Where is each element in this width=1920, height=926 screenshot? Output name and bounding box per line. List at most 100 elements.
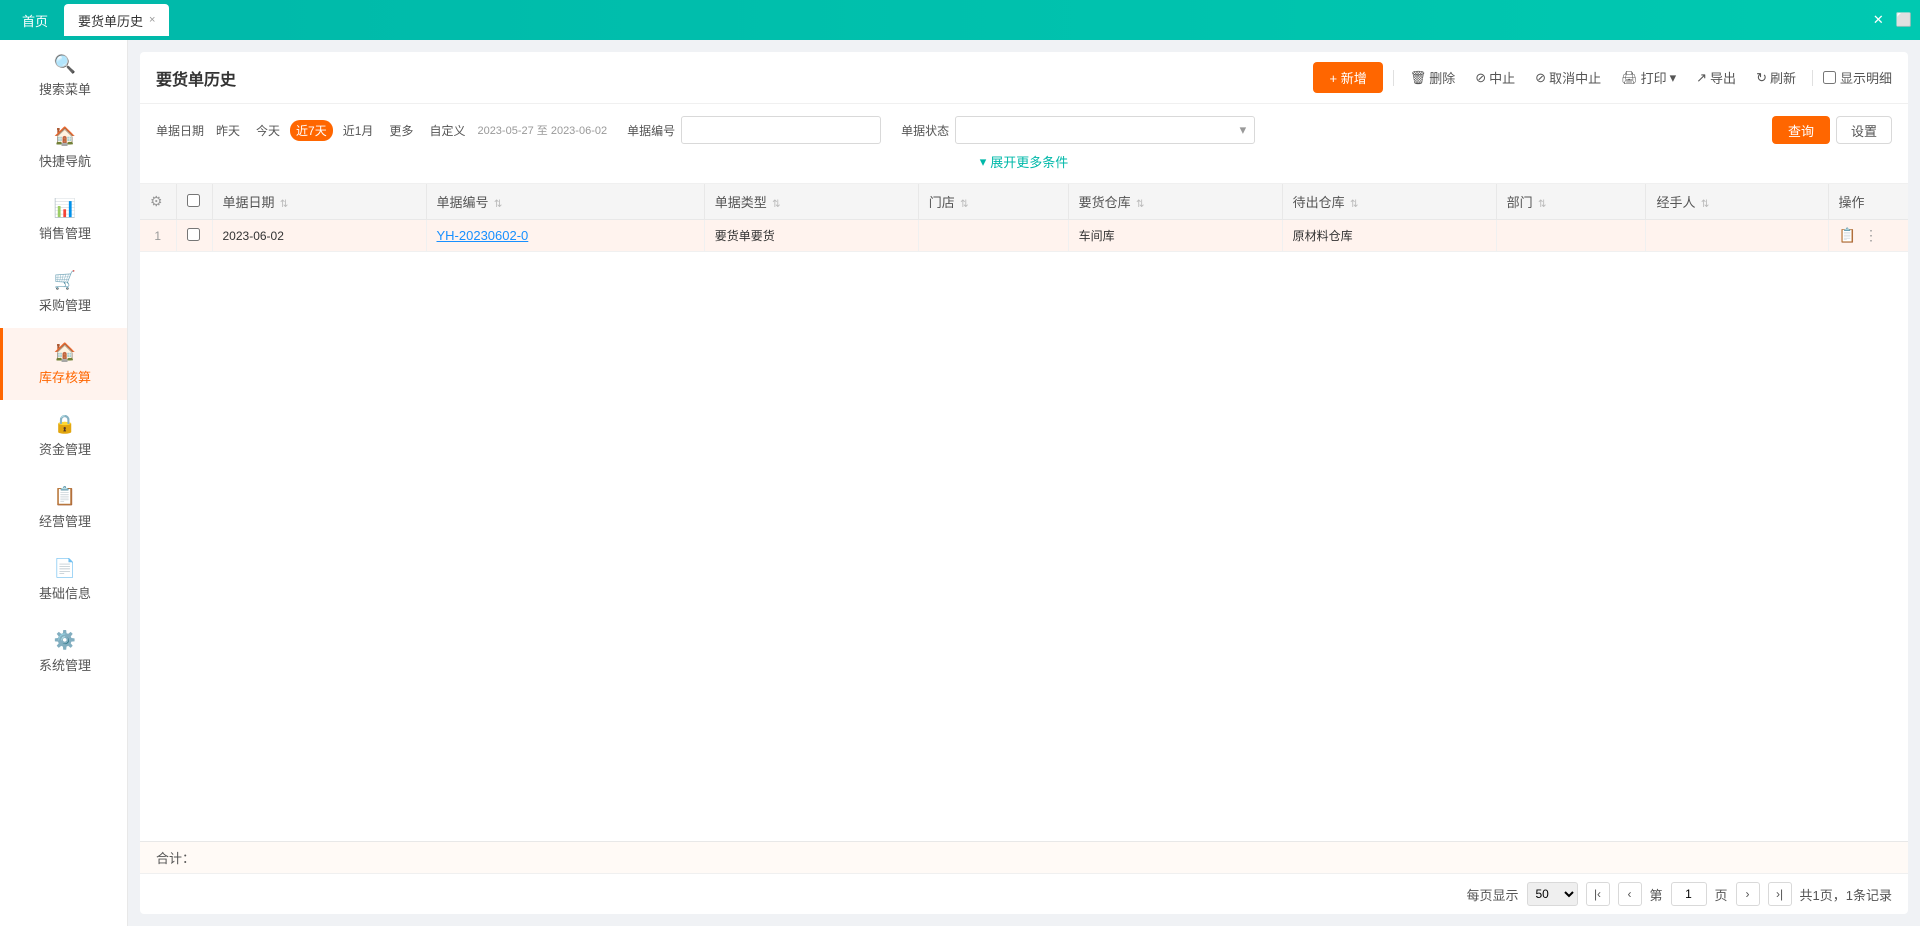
col-store-label: 门店	[929, 195, 955, 210]
search-menu-icon: 🔍	[54, 54, 76, 75]
order-no-label: 单据编号	[627, 122, 675, 139]
window-close-btn[interactable]: ✕	[1873, 12, 1884, 28]
sort-type-icon: ⇅	[772, 199, 780, 210]
next-page-btn[interactable]: ›	[1736, 882, 1760, 906]
table-area: ⚙ 单据日期 ⇅ 单据编号 ⇅	[140, 184, 1908, 841]
row-more-icon[interactable]: ⋮	[1864, 227, 1878, 244]
settings-gear-icon[interactable]: ⚙	[150, 193, 163, 209]
col-settings[interactable]: ⚙	[140, 184, 176, 220]
order-number-link[interactable]: YH-20230602-0	[437, 228, 529, 243]
page-title: 要货单历史	[156, 66, 236, 90]
sidebar-label-sys-mgmt: 系统管理	[39, 655, 91, 674]
sidebar-item-purchase-mgmt[interactable]: 🛒 采购管理	[0, 256, 127, 328]
date-btn-7days[interactable]: 近7天	[290, 120, 333, 141]
sys-mgmt-icon: ⚙️	[54, 630, 76, 651]
expand-more-btn[interactable]: ▾ 展开更多条件	[156, 152, 1892, 171]
col-pending-warehouse[interactable]: 待出仓库 ⇅	[1282, 184, 1496, 220]
sort-date-icon: ⇅	[280, 199, 288, 210]
stop-button[interactable]: ⊘ 中止	[1469, 64, 1521, 91]
inventory-calc-icon: 🏠	[54, 342, 76, 363]
window-maximize-btn[interactable]: ⬜	[1896, 12, 1912, 28]
sidebar-item-ops-mgmt[interactable]: 📋 经营管理	[0, 472, 127, 544]
sidebar-item-inventory-calc[interactable]: 🏠 库存核算	[0, 328, 127, 400]
cancel-stop-button[interactable]: ⊘ 取消中止	[1529, 64, 1607, 91]
sidebar-item-sales-mgmt[interactable]: 📊 销售管理	[0, 184, 127, 256]
cell-date: 2023-06-02	[212, 220, 426, 252]
prev-page-btn[interactable]: ‹	[1618, 882, 1642, 906]
col-type[interactable]: 单据类型 ⇅	[704, 184, 918, 220]
display-detail-toggle[interactable]: 显示明细	[1823, 68, 1892, 87]
sidebar-item-quick-nav[interactable]: 🏠 快捷导航	[0, 112, 127, 184]
sidebar-label-ops-mgmt: 经营管理	[39, 511, 91, 530]
expand-icon: ▾	[980, 154, 987, 170]
sidebar-label-sales-mgmt: 销售管理	[39, 223, 91, 242]
total-info: 共1页，1条记录	[1800, 885, 1892, 904]
col-store[interactable]: 门店 ⇅	[918, 184, 1068, 220]
sidebar-item-search-menu[interactable]: 🔍 搜索菜单	[0, 40, 127, 112]
cell-type: 要货单要货	[704, 220, 918, 252]
col-handler-label: 经手人	[1656, 195, 1695, 210]
sidebar: 🔍 搜索菜单 🏠 快捷导航 📊 销售管理 🛒 采购管理 🏠 库存核算 🔒 资金管…	[0, 40, 128, 926]
date-shortcuts: 昨天 今天 近7天 近1月 更多 自定义	[210, 120, 471, 141]
date-range-display: 2023-05-27 至 2023-06-02	[477, 122, 607, 138]
table-footer: 合计：	[140, 841, 1908, 873]
settings-button[interactable]: 设置	[1836, 116, 1892, 144]
sort-pending-warehouse-icon: ⇅	[1350, 199, 1358, 210]
tab-home[interactable]: 首页	[8, 4, 62, 36]
col-dept[interactable]: 部门 ⇅	[1496, 184, 1646, 220]
sidebar-item-sys-mgmt[interactable]: ⚙️ 系统管理	[0, 616, 127, 688]
cell-pending-warehouse: 原材料仓库	[1282, 220, 1496, 252]
export-button[interactable]: ↗ 导出	[1690, 64, 1742, 91]
export-icon: ↗	[1696, 70, 1707, 86]
tab-home-label: 首页	[22, 11, 48, 30]
cell-actions: 📋 ⋮	[1828, 220, 1908, 252]
select-all-checkbox[interactable]	[187, 194, 200, 207]
status-dropdown-icon: ▾	[1240, 122, 1247, 138]
date-btn-more[interactable]: 更多	[383, 120, 419, 141]
last-page-btn[interactable]: ›|	[1768, 882, 1792, 906]
col-date[interactable]: 单据日期 ⇅	[212, 184, 426, 220]
sidebar-label-finance-mgmt: 资金管理	[39, 439, 91, 458]
status-label: 单据状态	[901, 122, 949, 139]
table-row: 1 2023-06-02 YH-20230602-0 要货单要货 车间库	[140, 220, 1908, 252]
order-no-input[interactable]	[681, 116, 881, 144]
page-header: 要货单历史 + 新增 🗑 删除 ⊘ 中止 ⊘ 取消中止	[140, 52, 1908, 104]
tab-bar: 首页 要货单历史 ×	[8, 4, 1873, 36]
row-checkbox[interactable]	[187, 228, 200, 241]
col-handler[interactable]: 经手人 ⇅	[1646, 184, 1828, 220]
row-actions: 📋 ⋮	[1839, 227, 1899, 244]
date-btn-1month[interactable]: 近1月	[337, 120, 380, 141]
delete-icon: 🗑	[1410, 70, 1427, 86]
page-number-input[interactable]	[1671, 882, 1707, 906]
search-button[interactable]: 查询	[1772, 116, 1830, 144]
quick-nav-icon: 🏠	[54, 126, 76, 147]
filter-row-1: 单据日期 昨天 今天 近7天 近1月 更多 自定义 2023-05-27 至 2…	[156, 116, 1892, 144]
delete-button[interactable]: 🗑 删除	[1404, 64, 1462, 91]
col-req-warehouse[interactable]: 要货仓库 ⇅	[1068, 184, 1282, 220]
row-edit-icon[interactable]: 📋	[1839, 227, 1856, 244]
tab-close-icon[interactable]: ×	[149, 14, 155, 26]
ops-mgmt-icon: 📋	[54, 486, 76, 507]
filter-area: 单据日期 昨天 今天 近7天 近1月 更多 自定义 2023-05-27 至 2…	[140, 104, 1908, 184]
top-bar-right: ✕ ⬜	[1873, 12, 1912, 28]
divider-1	[1393, 70, 1394, 86]
status-select[interactable]: ▾	[955, 116, 1255, 144]
main-layout: 🔍 搜索菜单 🏠 快捷导航 📊 销售管理 🛒 采购管理 🏠 库存核算 🔒 资金管…	[0, 40, 1920, 926]
date-btn-today[interactable]: 今天	[250, 120, 286, 141]
print-button[interactable]: 🖨 打印 ▾	[1615, 64, 1682, 91]
date-btn-yesterday[interactable]: 昨天	[210, 120, 246, 141]
sales-mgmt-icon: 📊	[54, 198, 76, 219]
sidebar-label-purchase-mgmt: 采购管理	[39, 295, 91, 314]
page-label: 第	[1650, 885, 1663, 904]
new-button[interactable]: + 新增	[1313, 62, 1382, 93]
sidebar-item-finance-mgmt[interactable]: 🔒 资金管理	[0, 400, 127, 472]
date-btn-custom[interactable]: 自定义	[423, 120, 471, 141]
page-size-select[interactable]: 20 50 100 200	[1527, 882, 1578, 906]
tab-requisition-history[interactable]: 要货单历史 ×	[64, 4, 169, 36]
display-detail-checkbox[interactable]	[1823, 71, 1836, 84]
refresh-button[interactable]: ↻ 刷新	[1750, 64, 1802, 91]
col-number[interactable]: 单据编号 ⇅	[426, 184, 704, 220]
first-page-btn[interactable]: |‹	[1586, 882, 1610, 906]
cell-handler	[1646, 220, 1828, 252]
sidebar-item-basic-info[interactable]: 📄 基础信息	[0, 544, 127, 616]
